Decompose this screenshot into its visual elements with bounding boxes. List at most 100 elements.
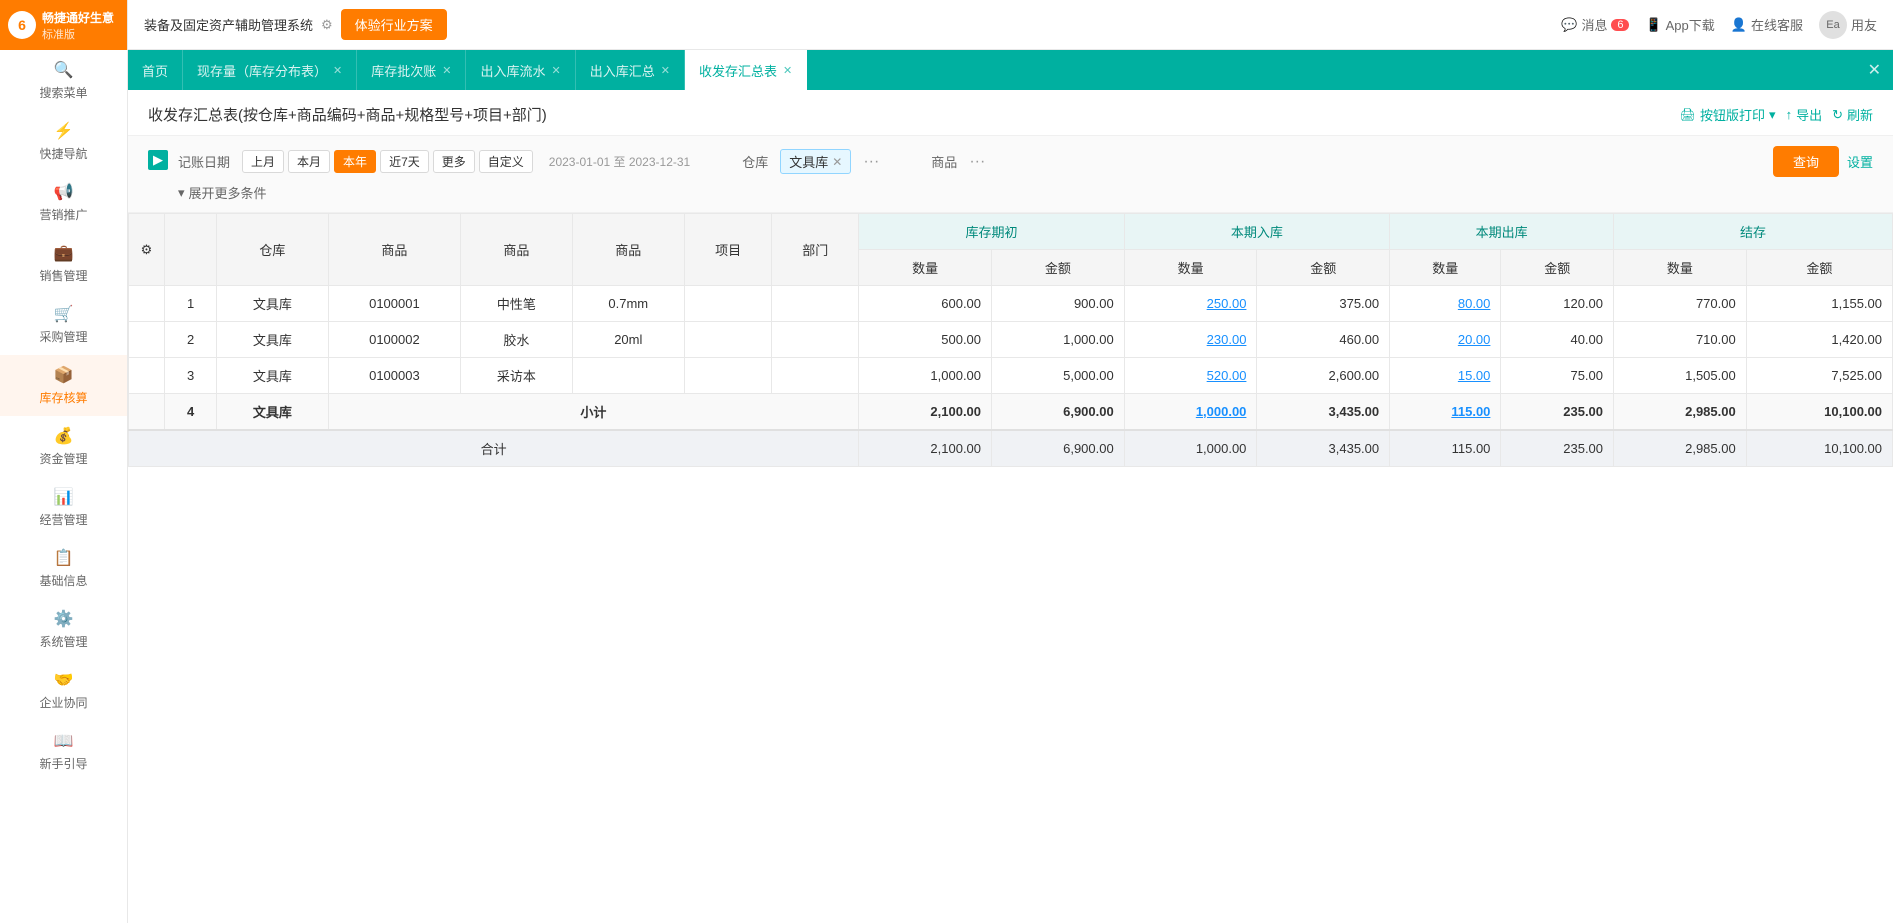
total-in-amt: 3,435.00	[1257, 430, 1390, 467]
tab-batch[interactable]: 库存批次账 ✕	[357, 50, 466, 90]
th-department: 部门	[772, 214, 859, 286]
app-download-item[interactable]: 📱 App下载	[1645, 15, 1714, 34]
row-goods-name: 中性笔	[461, 286, 572, 322]
sidebar-item-basic[interactable]: 📋 基础信息	[0, 538, 127, 599]
quick-icon: ⚡	[54, 121, 74, 141]
row-goods-name: 采访本	[461, 358, 572, 394]
subtotal-out-qty[interactable]: 115.00	[1390, 394, 1501, 431]
settings-icon[interactable]: ⚙	[321, 17, 333, 33]
refresh-button[interactable]: ↻ 刷新	[1832, 105, 1873, 124]
user-label: 用友	[1851, 15, 1877, 34]
sidebar-item-sales[interactable]: 💼 销售管理	[0, 233, 127, 294]
close-icon[interactable]: ✕	[552, 64, 561, 77]
data-table: ⚙ 仓库 商品 商品 商品 项目 部门 库存期初 本期入库	[128, 213, 1893, 467]
row-close-qty: 1,505.00	[1614, 358, 1747, 394]
tab-inventory-dist[interactable]: 现存量（库存分布表） ✕	[183, 50, 357, 90]
logo-icon: 6	[8, 11, 36, 39]
marketing-icon: 📢	[54, 182, 74, 202]
close-icon[interactable]: ✕	[442, 64, 451, 77]
row-gear	[129, 322, 165, 358]
goods-more-button[interactable]: ···	[969, 153, 985, 171]
row-project	[685, 286, 772, 322]
row-in-qty[interactable]: 230.00	[1124, 322, 1257, 358]
tab-recv-send[interactable]: 收发存汇总表 ✕	[685, 50, 807, 90]
row-out-qty[interactable]: 20.00	[1390, 322, 1501, 358]
close-icon[interactable]: ✕	[333, 64, 342, 77]
row-in-qty[interactable]: 250.00	[1124, 286, 1257, 322]
guide-icon: 📖	[54, 731, 74, 751]
tab-flow[interactable]: 出入库流水 ✕	[466, 50, 575, 90]
row-opening-amt: 5,000.00	[992, 358, 1125, 394]
table-row: 3 文具库 0100003 采访本 1,000.00 5,000.00 520.…	[129, 358, 1893, 394]
total-in-qty: 1,000.00	[1124, 430, 1257, 467]
date-btn-custom[interactable]: 自定义	[479, 150, 533, 173]
filter-body: 记账日期 上月 本月 本年 近7天 更多 自定义 2023-01-01 至 20…	[178, 146, 1873, 202]
subtotal-in-qty[interactable]: 1,000.00	[1124, 394, 1257, 431]
try-button[interactable]: 体验行业方案	[341, 9, 447, 40]
sidebar-item-label: 搜索菜单	[39, 84, 87, 101]
sidebar-item-finance[interactable]: 💰 资金管理	[0, 416, 127, 477]
date-btn-more[interactable]: 更多	[433, 150, 475, 173]
th-goods-spec: 商品	[572, 214, 685, 286]
refresh-icon: ↻	[1832, 107, 1843, 123]
setting-link[interactable]: 设置	[1847, 152, 1873, 171]
sidebar-item-quick[interactable]: ⚡ 快捷导航	[0, 111, 127, 172]
sidebar-item-label: 库存核算	[39, 389, 87, 406]
row-out-qty[interactable]: 80.00	[1390, 286, 1501, 322]
service-icon: 👤	[1731, 17, 1747, 33]
row-out-qty[interactable]: 15.00	[1390, 358, 1501, 394]
row-goods-name: 胶水	[461, 322, 572, 358]
user-item[interactable]: Ea 用友	[1819, 11, 1877, 39]
sidebar-item-system[interactable]: ⚙️ 系统管理	[0, 599, 127, 660]
export-button[interactable]: ↑ 导出	[1786, 105, 1823, 124]
query-button[interactable]: 查询	[1773, 146, 1839, 177]
logo-text-area: 畅捷通好生意 标准版	[42, 9, 114, 42]
expand-more-button[interactable]: ▾ 展开更多条件	[178, 183, 1873, 202]
tab-summary[interactable]: 出入库汇总 ✕	[576, 50, 685, 90]
date-btn-7days[interactable]: 近7天	[380, 150, 429, 173]
total-opening-qty: 2,100.00	[859, 430, 992, 467]
sidebar-item-collab[interactable]: 🤝 企业协同	[0, 660, 127, 721]
total-out-qty: 115.00	[1390, 430, 1501, 467]
sidebar-item-search[interactable]: 🔍 搜索菜单	[0, 50, 127, 111]
row-goods-code: 0100002	[328, 322, 461, 358]
online-service-item[interactable]: 👤 在线客服	[1731, 15, 1803, 34]
export-icon: ↑	[1786, 107, 1793, 122]
sidebar-item-marketing[interactable]: 📢 营销推广	[0, 172, 127, 233]
date-btn-this-month[interactable]: 本月	[288, 150, 330, 173]
warehouse-tag-close[interactable]: ✕	[832, 155, 842, 169]
date-btn-this-year[interactable]: 本年	[334, 150, 376, 173]
sidebar-item-purchase[interactable]: 🛒 采购管理	[0, 294, 127, 355]
row-in-qty[interactable]: 520.00	[1124, 358, 1257, 394]
sidebar-item-label: 系统管理	[39, 633, 87, 650]
sidebar-item-guide[interactable]: 📖 新手引导	[0, 721, 127, 782]
expand-label: 展开更多条件	[189, 183, 267, 202]
row-warehouse: 文具库	[217, 322, 328, 358]
top-header: 装备及固定资产辅助管理系统 ⚙ 体验行业方案 💬 消息 6 📱 App下载 👤 …	[128, 0, 1893, 50]
message-item[interactable]: 💬 消息 6	[1561, 15, 1629, 34]
tab-bar-close-button[interactable]: ✕	[1856, 60, 1893, 80]
row-gear	[129, 358, 165, 394]
sidebar-item-label: 新手引导	[39, 755, 87, 772]
th-opening-qty: 数量	[859, 250, 992, 286]
close-icon[interactable]: ✕	[661, 64, 670, 77]
warehouse-more-button[interactable]: ···	[863, 153, 879, 171]
sidebar-item-operation[interactable]: 📊 经营管理	[0, 477, 127, 538]
date-btn-last-month[interactable]: 上月	[242, 150, 284, 173]
print-button[interactable]: 🖨 按钮版打印 ▾	[1680, 105, 1776, 124]
th-goods-name: 商品	[461, 214, 572, 286]
warehouse-tag: 文具库 ✕	[780, 149, 851, 174]
th-out-group: 本期出库	[1390, 214, 1614, 250]
total-close-qty: 2,985.00	[1614, 430, 1747, 467]
sidebar-item-inventory[interactable]: 📦 库存核算	[0, 355, 127, 416]
sidebar-logo: 6 畅捷通好生意 标准版	[0, 0, 127, 50]
tab-flow-label: 出入库流水	[480, 61, 545, 80]
tab-home[interactable]: 首页	[128, 50, 183, 90]
online-service-label: 在线客服	[1751, 15, 1803, 34]
subtotal-index: 4	[165, 394, 217, 431]
filter-toggle-button[interactable]: ▶	[148, 150, 168, 170]
close-icon[interactable]: ✕	[783, 64, 792, 77]
th-opening-group: 库存期初	[859, 214, 1124, 250]
th-close-group: 结存	[1614, 214, 1893, 250]
th-opening-amt: 金额	[992, 250, 1125, 286]
